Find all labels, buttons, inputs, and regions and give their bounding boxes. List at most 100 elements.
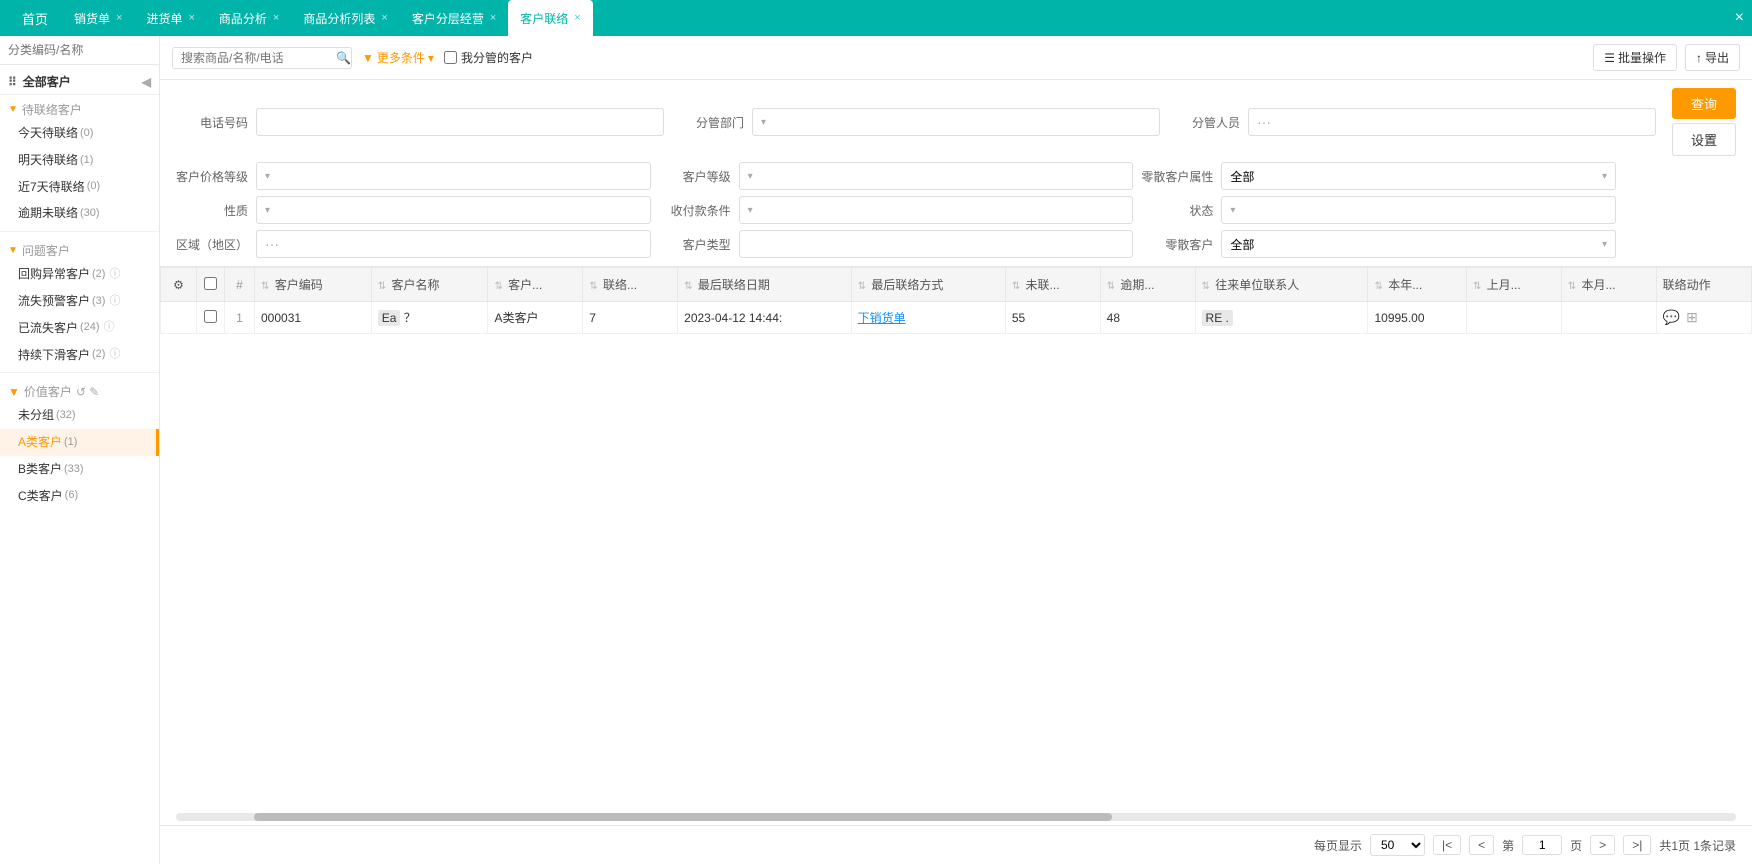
sidebar-item-abnormal[interactable]: 回购异常客户 (2) ⓘ	[0, 261, 159, 288]
grid-icon: ⠿	[8, 75, 17, 89]
col-unit-contact[interactable]: ⇅ 往来单位联系人	[1195, 268, 1368, 302]
row-select-checkbox[interactable]	[204, 310, 217, 323]
horizontal-scrollbar[interactable]	[160, 809, 1752, 825]
nav-tab-close-5[interactable]: ×	[574, 12, 580, 24]
col-settings[interactable]: ⚙	[161, 268, 197, 302]
col-last-month-label: 上月...	[1487, 278, 1521, 292]
filter-field-nature: 性质 ▾	[176, 196, 651, 224]
content-area: 🔍 ▼ 更多条件 ▾ 我分管的客户 ☰ 批量操作 ↑ 导出	[160, 36, 1752, 864]
export-button[interactable]: ↑ 导出	[1685, 44, 1740, 71]
sidebar-item-churn-warn[interactable]: 流失预警客户 (3) ⓘ	[0, 288, 159, 315]
nav-tab-5[interactable]: 客户联络 ×	[508, 0, 592, 36]
search-icon[interactable]: 🔍	[336, 51, 351, 65]
filter-input-customer-level[interactable]: ▾	[739, 162, 1134, 190]
info-icon-3[interactable]: ⓘ	[109, 347, 120, 362]
sidebar-item-7days[interactable]: 近7天待联络 (0)	[0, 174, 159, 201]
col-this-year[interactable]: ⇅ 本年...	[1368, 268, 1466, 302]
more-filters-button[interactable]: ▼ 更多条件 ▾	[362, 49, 434, 66]
page-number-input[interactable]: 1	[1522, 835, 1562, 855]
nav-tab-close-4[interactable]: ×	[490, 12, 496, 24]
info-icon-0[interactable]: ⓘ	[109, 267, 120, 282]
sidebar-divider-1	[0, 231, 159, 232]
nav-tab-close-1[interactable]: ×	[188, 12, 194, 24]
last-method-link[interactable]: 下销货单	[858, 311, 906, 325]
value-group-icons: ↺ ✎	[76, 385, 99, 399]
col-last-method-label: 最后联络方式	[871, 278, 943, 292]
col-type[interactable]: ⇅ 客户...	[488, 268, 583, 302]
info-icon-1[interactable]: ⓘ	[109, 294, 120, 309]
info-icon-2[interactable]: ⓘ	[104, 320, 115, 335]
page-label: 第	[1502, 837, 1514, 854]
filter-input-nature[interactable]: ▾	[256, 196, 651, 224]
sidebar-item-overdue[interactable]: 逾期未联络 (30)	[0, 200, 159, 227]
row-checkbox[interactable]	[197, 302, 225, 334]
sidebar-item-b-class[interactable]: B类客户 (33)	[0, 456, 159, 483]
row-unit-contact: RE .	[1195, 302, 1368, 334]
sidebar-all-customers[interactable]: ⠿ 全部客户 ◀	[0, 65, 159, 95]
col-name[interactable]: ⇅ 客户名称	[371, 268, 488, 302]
nav-tab-close-0[interactable]: ×	[116, 12, 122, 24]
filter-input-phone[interactable]	[256, 108, 664, 136]
filter-input-payment[interactable]: ▾	[739, 196, 1134, 224]
table-row: 1 000031 Ea ？ A类客户 7 2023-04-12 14:44: 下…	[161, 302, 1752, 334]
item-count-declining: (2)	[92, 347, 105, 362]
sidebar-item-ungroup[interactable]: 未分组 (32)	[0, 402, 159, 429]
sidebar-item-churned[interactable]: 已流失客户 (24) ⓘ	[0, 315, 159, 342]
my-customers-filter[interactable]: 我分管的客户	[444, 49, 533, 66]
nav-home[interactable]: 首页	[8, 0, 62, 36]
query-button[interactable]: 查询	[1672, 88, 1736, 119]
retail-attr-val: 全部	[1230, 168, 1254, 185]
nav-tab-label-0: 销货单	[74, 10, 110, 27]
my-customers-checkbox[interactable]	[444, 51, 457, 64]
nav-tab-1[interactable]: 进货单 ×	[134, 0, 206, 36]
sort-icon-last-date: ⇅	[684, 281, 692, 292]
filter-input-retail-customer[interactable]: 全部 ▾	[1221, 230, 1616, 258]
sidebar-search-input[interactable]	[8, 43, 160, 57]
collapse-icon[interactable]: ◀	[142, 75, 151, 89]
filter-input-retail-attr[interactable]: 全部 ▾	[1221, 162, 1616, 190]
chat-icon[interactable]: 💬	[1663, 309, 1680, 326]
row-gear	[161, 302, 197, 334]
next-page-button[interactable]: >	[1590, 835, 1615, 855]
filter-input-region[interactable]: ···	[256, 230, 651, 258]
sidebar-item-a-class[interactable]: A类客户 (1)	[0, 429, 159, 456]
export-label: 导出	[1705, 49, 1729, 66]
page-size-select[interactable]: 50 100 200	[1370, 834, 1425, 856]
nav-tab-close-3[interactable]: ×	[381, 12, 387, 24]
first-page-button[interactable]: |<	[1433, 835, 1461, 855]
filter-input-status[interactable]: ▾	[1221, 196, 1616, 224]
sidebar-item-c-class[interactable]: C类客户 (6)	[0, 483, 159, 510]
col-last-month[interactable]: ⇅ 上月...	[1466, 268, 1561, 302]
qr-icon[interactable]: ⊞	[1686, 309, 1698, 326]
filter-input-customer-type[interactable]	[739, 230, 1134, 258]
sidebar-item-declining[interactable]: 持续下滑客户 (2) ⓘ	[0, 342, 159, 369]
filter-input-person[interactable]: ···	[1248, 108, 1656, 136]
filter-input-dept[interactable]: ▾	[752, 108, 1160, 136]
nav-tab-3[interactable]: 商品分析列表 ×	[291, 0, 399, 36]
col-uncontacted[interactable]: ⇅ 未联...	[1005, 268, 1100, 302]
prev-page-button[interactable]: <	[1469, 835, 1494, 855]
nav-tab-0[interactable]: 销货单 ×	[62, 0, 134, 36]
setting-button[interactable]: 设置	[1672, 123, 1736, 156]
filter-input-price-level[interactable]: ▾	[256, 162, 651, 190]
nav-tab-2[interactable]: 商品分析 ×	[207, 0, 291, 36]
sidebar-item-tomorrow[interactable]: 明天待联络 (1)	[0, 147, 159, 174]
batch-op-button[interactable]: ☰ 批量操作	[1593, 44, 1677, 71]
last-page-button[interactable]: >|	[1623, 835, 1651, 855]
sidebar-item-today[interactable]: 今天待联络 (0)	[0, 120, 159, 147]
select-all-checkbox[interactable]	[204, 277, 217, 290]
col-this-month[interactable]: ⇅ 本月...	[1561, 268, 1656, 302]
col-last-contact-date[interactable]: ⇅ 最后联络日期	[678, 268, 851, 302]
col-code[interactable]: ⇅ 客户编码	[255, 268, 372, 302]
nav-tab-close-2[interactable]: ×	[273, 12, 279, 24]
scrollbar-thumb[interactable]	[254, 813, 1112, 821]
nav-tab-4[interactable]: 客户分层经营 ×	[400, 0, 508, 36]
col-checkbox[interactable]	[197, 268, 225, 302]
col-contact[interactable]: ⇅ 联络...	[583, 268, 678, 302]
col-overdue[interactable]: ⇅ 逾期...	[1100, 268, 1195, 302]
col-last-contact-method[interactable]: ⇅ 最后联络方式	[851, 268, 1005, 302]
row-last-method[interactable]: 下销货单	[851, 302, 1005, 334]
search-input[interactable]	[181, 51, 336, 65]
item-count-abnormal: (2)	[92, 267, 105, 282]
close-all-tabs-button[interactable]: ×	[1735, 9, 1744, 27]
